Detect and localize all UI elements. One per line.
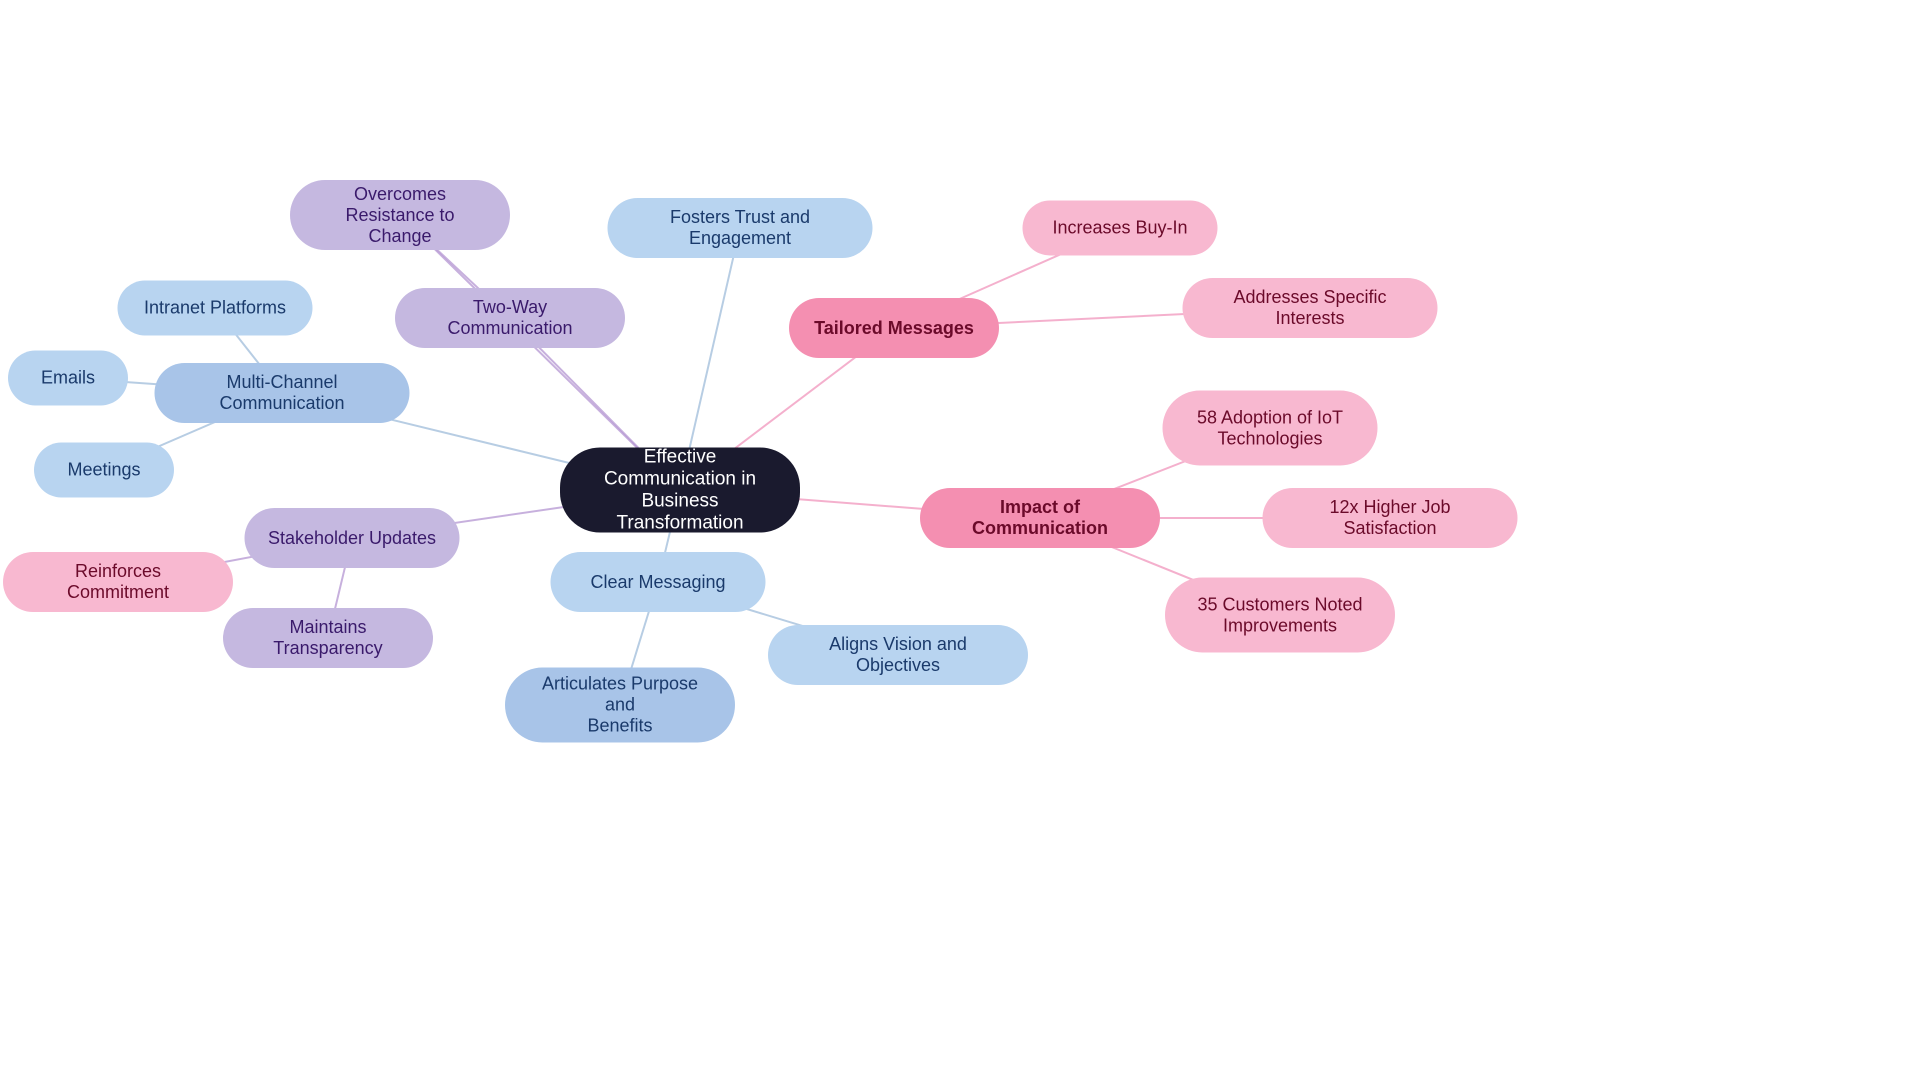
node-clear_messaging: Clear Messaging — [551, 552, 766, 612]
node-center: Effective Communication in Business Tran… — [560, 448, 800, 533]
node-overcomes_resistance: Overcomes Resistance to Change — [290, 180, 510, 250]
node-fosters_trust: Fosters Trust and Engagement — [608, 198, 873, 258]
node-job_satisfaction: 12x Higher Job Satisfaction — [1263, 488, 1518, 548]
node-iot_adoption: 58 Adoption of IoT Technologies — [1163, 391, 1378, 466]
node-two_way: Two-Way Communication — [395, 288, 625, 348]
node-intranet: Intranet Platforms — [118, 281, 313, 336]
node-articulates: Articulates Purpose and Benefits — [505, 668, 735, 743]
node-addresses: Addresses Specific Interests — [1183, 278, 1438, 338]
node-stakeholder: Stakeholder Updates — [245, 508, 460, 568]
node-customers: 35 Customers Noted Improvements — [1165, 578, 1395, 653]
node-increases_buyin: Increases Buy-In — [1023, 201, 1218, 256]
mindmap-container: Effective Communication in Business Tran… — [0, 0, 1920, 1083]
node-multi_channel: Multi-Channel Communication — [155, 363, 410, 423]
node-emails: Emails — [8, 351, 128, 406]
node-aligns: Aligns Vision and Objectives — [768, 625, 1028, 685]
node-maintains: Maintains Transparency — [223, 608, 433, 668]
node-reinforces: Reinforces Commitment — [3, 552, 233, 612]
node-tailored: Tailored Messages — [789, 298, 999, 358]
node-meetings: Meetings — [34, 443, 174, 498]
node-impact: Impact of Communication — [920, 488, 1160, 548]
